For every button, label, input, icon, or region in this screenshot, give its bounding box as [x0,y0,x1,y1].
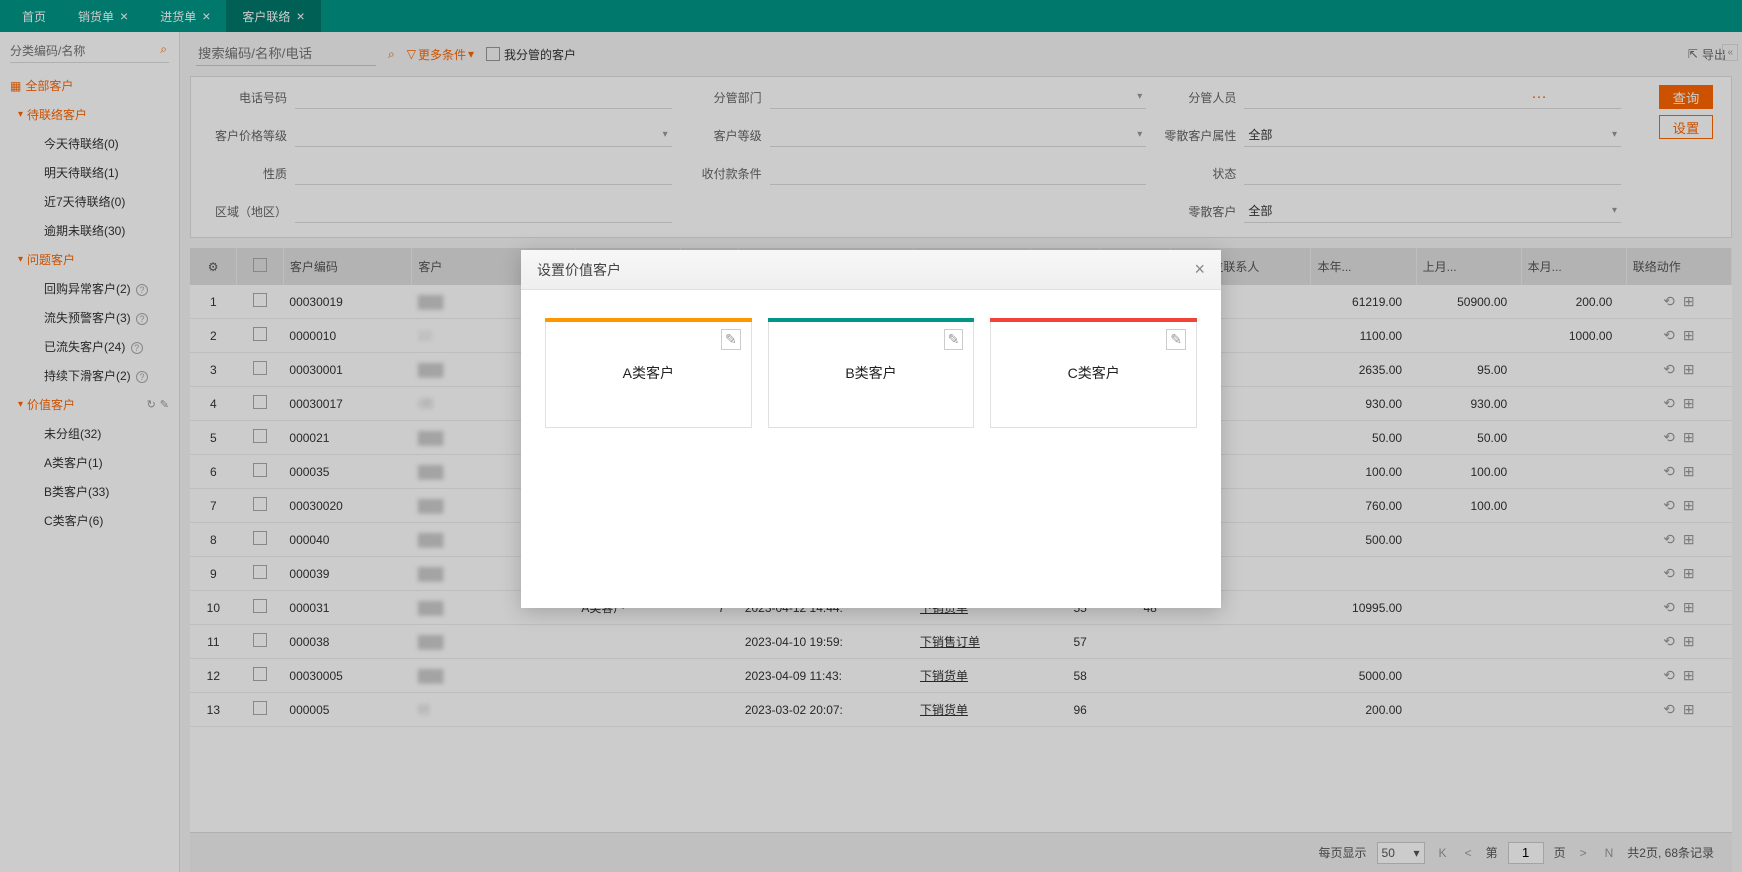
modal-title: 设置价值客户 [537,260,621,280]
category-card-c[interactable]: ✎C类客户 [990,318,1197,428]
modal-overlay[interactable]: 设置价值客户 × ✎A类客户 ✎B类客户 ✎C类客户 [0,0,1742,872]
edit-icon[interactable]: ✎ [1166,329,1186,350]
edit-icon[interactable]: ✎ [721,329,741,350]
category-card-a[interactable]: ✎A类客户 [545,318,752,428]
close-icon[interactable]: × [1194,259,1205,280]
category-card-b[interactable]: ✎B类客户 [768,318,975,428]
value-customer-modal: 设置价值客户 × ✎A类客户 ✎B类客户 ✎C类客户 [521,250,1221,608]
edit-icon[interactable]: ✎ [944,329,964,350]
